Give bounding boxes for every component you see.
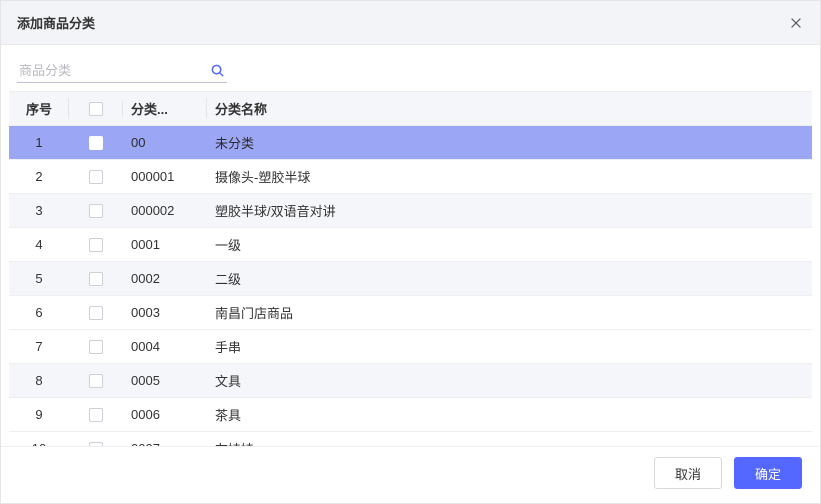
cell-name: 二级 (207, 262, 812, 295)
cell-check (69, 367, 123, 395)
cell-check (69, 163, 123, 191)
table-row[interactable]: 3 000002塑胶半球/双语音对讲 (9, 194, 812, 228)
cell-code: 0005 (123, 366, 207, 395)
select-all-checkbox[interactable] (89, 102, 103, 116)
col-name: 分类名称 (207, 92, 812, 125)
table-row[interactable]: 2 000001摄像头-塑胶半球 (9, 160, 812, 194)
table-scroll[interactable]: 序号 分类... 分类名称 1 00未分类 2 000001摄像头-塑胶半球 3 0000… (9, 91, 812, 446)
cell-name: 布娃娃 (207, 432, 812, 446)
cell-check (69, 333, 123, 361)
cell-name: 手串 (207, 330, 812, 363)
table-row[interactable]: 7 0004手串 (9, 330, 812, 364)
close-icon[interactable] (788, 15, 804, 31)
cell-seq: 7 (9, 332, 69, 361)
cell-code: 0006 (123, 400, 207, 429)
cell-code: 000001 (123, 162, 207, 191)
cell-check (69, 435, 123, 447)
cell-code: 0002 (123, 264, 207, 293)
table-row[interactable]: 4 0001一级 (9, 228, 812, 262)
col-seq: 序号 (9, 92, 69, 125)
cell-name: 南昌门店商品 (207, 296, 812, 329)
row-checkbox[interactable] (89, 306, 103, 320)
cell-seq: 4 (9, 230, 69, 259)
col-check (69, 95, 123, 123)
cell-name: 塑胶半球/双语音对讲 (207, 194, 812, 227)
category-table: 序号 分类... 分类名称 1 00未分类 2 000001摄像头-塑胶半球 3 0000… (9, 91, 812, 446)
row-checkbox[interactable] (89, 170, 103, 184)
cell-seq: 2 (9, 162, 69, 191)
modal-title: 添加商品分类 (17, 13, 788, 32)
cell-check (69, 129, 123, 157)
cell-check (69, 231, 123, 259)
cell-code: 0001 (123, 230, 207, 259)
cell-check (69, 265, 123, 293)
table-row[interactable]: 9 0006茶具 (9, 398, 812, 432)
confirm-button[interactable]: 确定 (734, 457, 802, 489)
cell-code: 0004 (123, 332, 207, 361)
row-checkbox[interactable] (89, 408, 103, 422)
cancel-button[interactable]: 取消 (654, 457, 722, 489)
cell-check (69, 401, 123, 429)
row-checkbox[interactable] (89, 204, 103, 218)
cell-code: 00 (123, 128, 207, 157)
row-checkbox[interactable] (89, 272, 103, 286)
row-checkbox[interactable] (89, 340, 103, 354)
cell-name: 茶具 (207, 398, 812, 431)
cell-name: 未分类 (207, 126, 812, 159)
table-row[interactable]: 6 0003南昌门店商品 (9, 296, 812, 330)
cell-seq: 3 (9, 196, 69, 225)
table-row[interactable]: 5 0002二级 (9, 262, 812, 296)
table-row[interactable]: 8 0005文具 (9, 364, 812, 398)
row-checkbox[interactable] (89, 374, 103, 388)
col-code: 分类... (123, 92, 207, 125)
table-body: 1 00未分类 2 000001摄像头-塑胶半球 3 000002塑胶半球/双语音对讲 4 0… (9, 126, 812, 446)
cell-name: 摄像头-塑胶半球 (207, 160, 812, 193)
cell-check (69, 197, 123, 225)
cell-seq: 8 (9, 366, 69, 395)
cell-code: 0007 (123, 434, 207, 446)
cell-seq: 5 (9, 264, 69, 293)
search-field (17, 59, 227, 83)
cell-name: 文具 (207, 364, 812, 397)
add-category-modal: 添加商品分类 序号 分类... 分类名称 1 00未分类 2 000001摄像头-塑胶… (0, 0, 821, 504)
modal-header: 添加商品分类 (1, 1, 820, 45)
table-row[interactable]: 1 00未分类 (9, 126, 812, 160)
toolbar (1, 45, 820, 91)
cell-check (69, 299, 123, 327)
modal-footer: 取消 确定 (1, 446, 820, 503)
cell-seq: 9 (9, 400, 69, 429)
row-checkbox[interactable] (89, 442, 103, 447)
row-checkbox[interactable] (89, 136, 103, 150)
cell-seq: 10 (9, 434, 69, 446)
cell-seq: 1 (9, 128, 69, 157)
cell-seq: 6 (9, 298, 69, 327)
cell-code: 000002 (123, 196, 207, 225)
row-checkbox[interactable] (89, 238, 103, 252)
table-header-row: 序号 分类... 分类名称 (9, 91, 812, 126)
table-row[interactable]: 10 0007布娃娃 (9, 432, 812, 446)
cell-name: 一级 (207, 228, 812, 261)
cell-code: 0003 (123, 298, 207, 327)
search-icon[interactable] (210, 63, 225, 78)
search-input[interactable] (19, 63, 210, 78)
